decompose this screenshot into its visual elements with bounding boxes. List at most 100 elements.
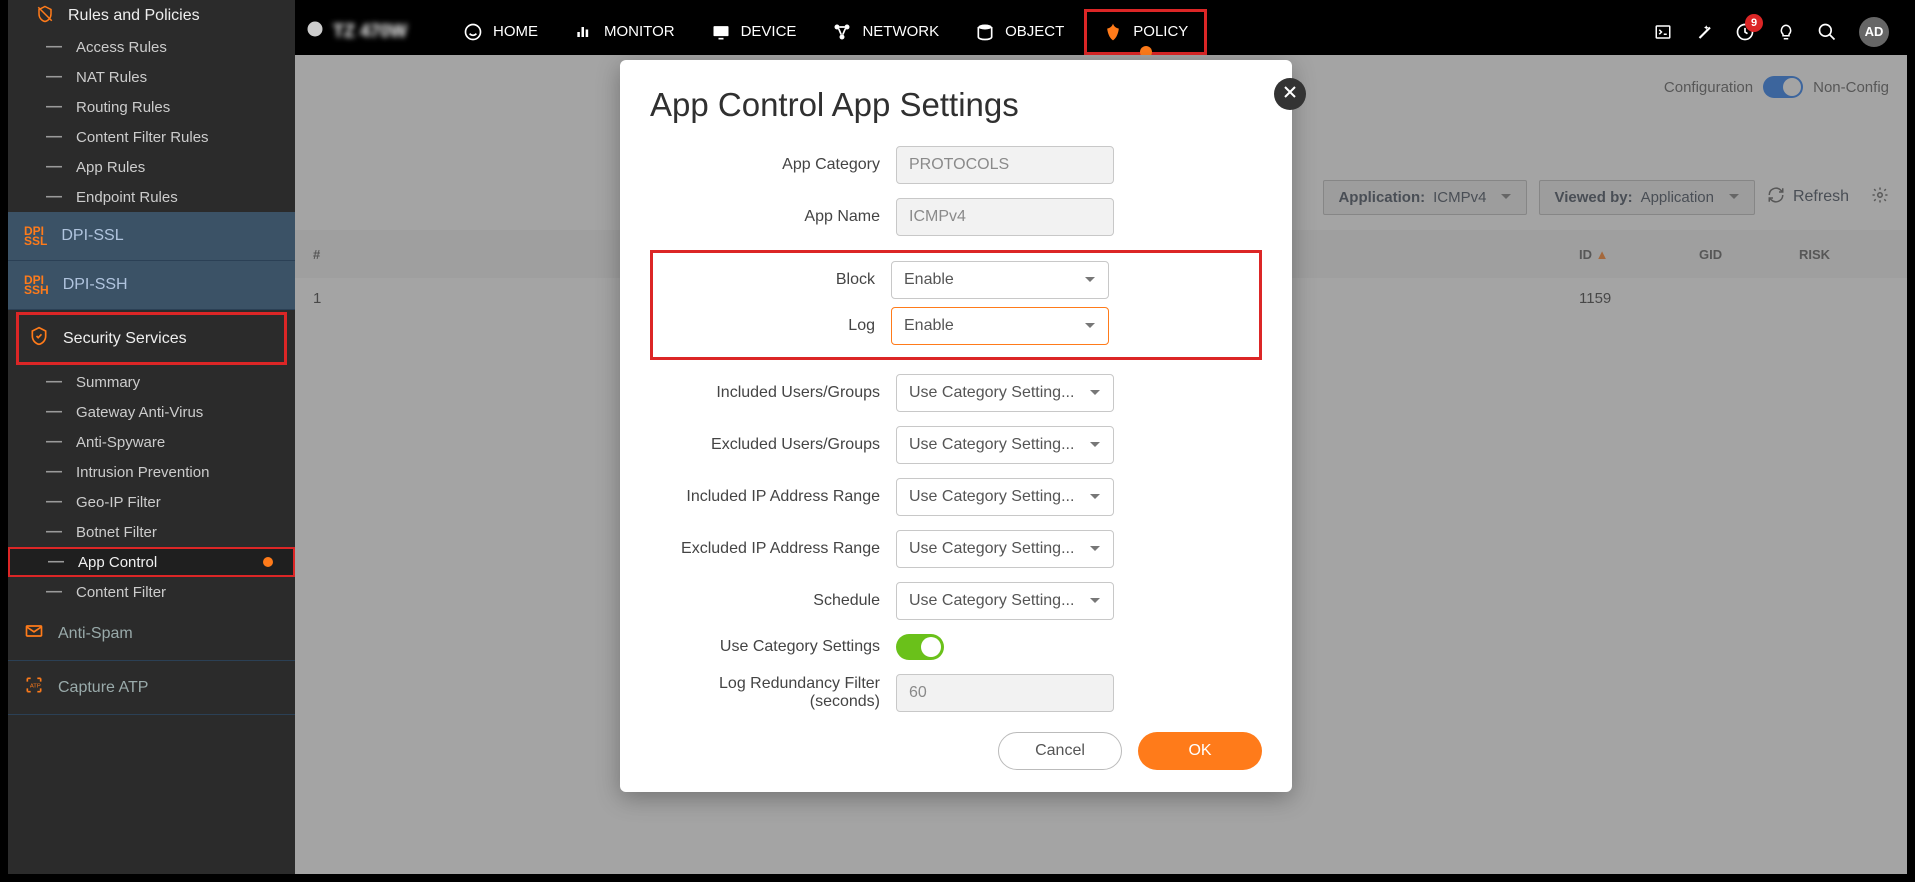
sidebar-sub-label: Geo-IP Filter (76, 494, 161, 511)
envelope-icon (24, 621, 44, 646)
modal-buttons: Cancel OK (650, 732, 1262, 770)
nav-label: MONITOR (604, 23, 675, 40)
sidebar-item-content-filter[interactable]: —Content Filter (8, 577, 295, 607)
sidebar-item-summary[interactable]: —Summary (8, 367, 295, 397)
nav-home[interactable]: HOME (447, 9, 554, 55)
value-redundancy: 60 (909, 684, 927, 702)
cancel-button[interactable]: Cancel (998, 732, 1122, 770)
sidebar-sub-label: Endpoint Rules (76, 189, 178, 206)
sidebar-rules-and-policies[interactable]: Rules and Policies (8, 0, 295, 32)
brand-logo-icon (305, 19, 325, 44)
select-log[interactable]: Enable (891, 307, 1109, 345)
sidebar-item-app-control[interactable]: —App Control (8, 547, 295, 577)
monitor-icon (574, 22, 594, 42)
dash-icon: — (46, 403, 62, 421)
sidebar-sub-label: Anti-Spyware (76, 434, 165, 451)
sidebar-item-gateway-anti-virus[interactable]: —Gateway Anti-Virus (8, 397, 295, 427)
sidebar-item-app-rules[interactable]: —App Rules (8, 152, 295, 182)
sidebar-item-intrusion-prevention[interactable]: —Intrusion Prevention (8, 457, 295, 487)
nav-label: NETWORK (862, 23, 939, 40)
select-included-users[interactable]: Use Category Setting... (896, 374, 1114, 412)
value-excluded-users: Use Category Setting... (909, 436, 1074, 454)
sidebar-item-endpoint-rules[interactable]: — Endpoint Rules (8, 182, 295, 212)
row-app-category: App Category PROTOCOLS (650, 146, 1262, 184)
sidebar-rules-label: Rules and Policies (68, 7, 200, 25)
shield-icon (36, 5, 54, 28)
sidebar-item-nat-rules[interactable]: — NAT Rules (8, 62, 295, 92)
sidebar-section-capture-atp[interactable]: ATP Capture ATP (8, 661, 295, 715)
nav-network[interactable]: NETWORK (816, 9, 955, 55)
select-excluded-ip[interactable]: Use Category Setting... (896, 530, 1114, 568)
dash-icon: — (46, 523, 62, 541)
row-app-name: App Name ICMPv4 (650, 198, 1262, 236)
wand-icon[interactable] (1695, 23, 1713, 41)
bulb-icon[interactable] (1777, 22, 1795, 42)
sidebar-section-anti-spam[interactable]: Anti-Spam (8, 607, 295, 661)
nav-object[interactable]: OBJECT (959, 9, 1080, 55)
nav-policy[interactable]: POLICY (1084, 9, 1207, 55)
clock-icon[interactable]: 9 (1735, 22, 1755, 42)
row-excluded-users: Excluded Users/Groups Use Category Setti… (650, 426, 1262, 464)
label-included-users: Included Users/Groups (650, 384, 896, 402)
home-icon (463, 22, 483, 42)
sidebar-section-dpi-ssl[interactable]: DPISSL DPI-SSL (8, 212, 295, 261)
search-icon[interactable] (1817, 22, 1837, 42)
terminal-icon[interactable] (1653, 23, 1673, 41)
row-log: Log Enable (659, 307, 1253, 345)
row-log-redundancy: Log Redundancy Filter (seconds) 60 (650, 674, 1262, 712)
ok-button[interactable]: OK (1138, 732, 1262, 770)
sidebar-item-anti-spyware[interactable]: —Anti-Spyware (8, 427, 295, 457)
avatar[interactable]: AD (1859, 17, 1889, 47)
nav-label: HOME (493, 23, 538, 40)
nav-device[interactable]: DEVICE (695, 9, 813, 55)
select-included-ip[interactable]: Use Category Setting... (896, 478, 1114, 516)
policy-icon (1103, 22, 1123, 42)
sidebar-sub-label: App Rules (76, 159, 145, 176)
row-schedule: Schedule Use Category Setting... (650, 582, 1262, 620)
dash-icon: — (46, 98, 62, 116)
dash-icon: — (46, 68, 62, 86)
select-excluded-users[interactable]: Use Category Setting... (896, 426, 1114, 464)
row-included-users: Included Users/Groups Use Category Setti… (650, 374, 1262, 412)
sidebar: Rules and Policies —Access Rules — NAT Ru… (8, 0, 295, 874)
label-log: Log (659, 317, 891, 335)
chevron-down-icon (1089, 545, 1101, 553)
field-redundancy[interactable]: 60 (896, 674, 1114, 712)
notification-badge: 9 (1745, 14, 1763, 32)
sidebar-section-dpi-ssh[interactable]: DPISSH DPI-SSH (8, 261, 295, 310)
modal-title: App Control App Settings (650, 86, 1262, 124)
dash-icon: — (46, 463, 62, 481)
select-block[interactable]: Enable (891, 261, 1109, 299)
dash-icon: — (46, 493, 62, 511)
main-content: Configuration Non-Config Application: IC… (295, 55, 1907, 874)
current-indicator-icon (263, 557, 273, 567)
chevron-down-icon (1089, 493, 1101, 501)
toggle-use-category[interactable] (896, 634, 944, 660)
dash-icon: — (46, 38, 62, 56)
value-excluded-ip: Use Category Setting... (909, 540, 1074, 558)
nav-label: DEVICE (741, 23, 797, 40)
sidebar-sub-label: Botnet Filter (76, 524, 157, 541)
sidebar-item-botnet-filter[interactable]: — Botnet Filter (8, 517, 295, 547)
sidebar-sub-label: App Control (78, 554, 157, 571)
sidebar-section-security-services[interactable]: Security Services (16, 312, 287, 365)
row-block: Block Enable (659, 261, 1253, 299)
sidebar-sub-label: NAT Rules (76, 69, 147, 86)
nav-monitor[interactable]: MONITOR (558, 9, 691, 55)
close-button[interactable] (1274, 78, 1306, 110)
device-model: TZ 470W (333, 21, 407, 42)
dash-icon: — (46, 188, 62, 206)
label-included-ip: Included IP Address Range (650, 488, 896, 506)
label-excluded-users: Excluded Users/Groups (650, 436, 896, 454)
capture-atp-icon: ATP (24, 675, 44, 700)
dash-icon: — (46, 128, 62, 146)
sidebar-item-access-rules[interactable]: —Access Rules (8, 32, 295, 62)
device-icon (711, 22, 731, 42)
label-category: App Category (650, 156, 896, 174)
sidebar-item-routing-rules[interactable]: —Routing Rules (8, 92, 295, 122)
sidebar-item-content-filter-rules[interactable]: —Content Filter Rules (8, 122, 295, 152)
sidebar-item-geo-ip-filter[interactable]: — Geo-IP Filter (8, 487, 295, 517)
select-schedule[interactable]: Use Category Setting... (896, 582, 1114, 620)
svg-text:ATP: ATP (30, 684, 41, 690)
topbar: TZ 470W HOME MONITOR DEVICE NETWORK OBJE… (295, 8, 1907, 55)
